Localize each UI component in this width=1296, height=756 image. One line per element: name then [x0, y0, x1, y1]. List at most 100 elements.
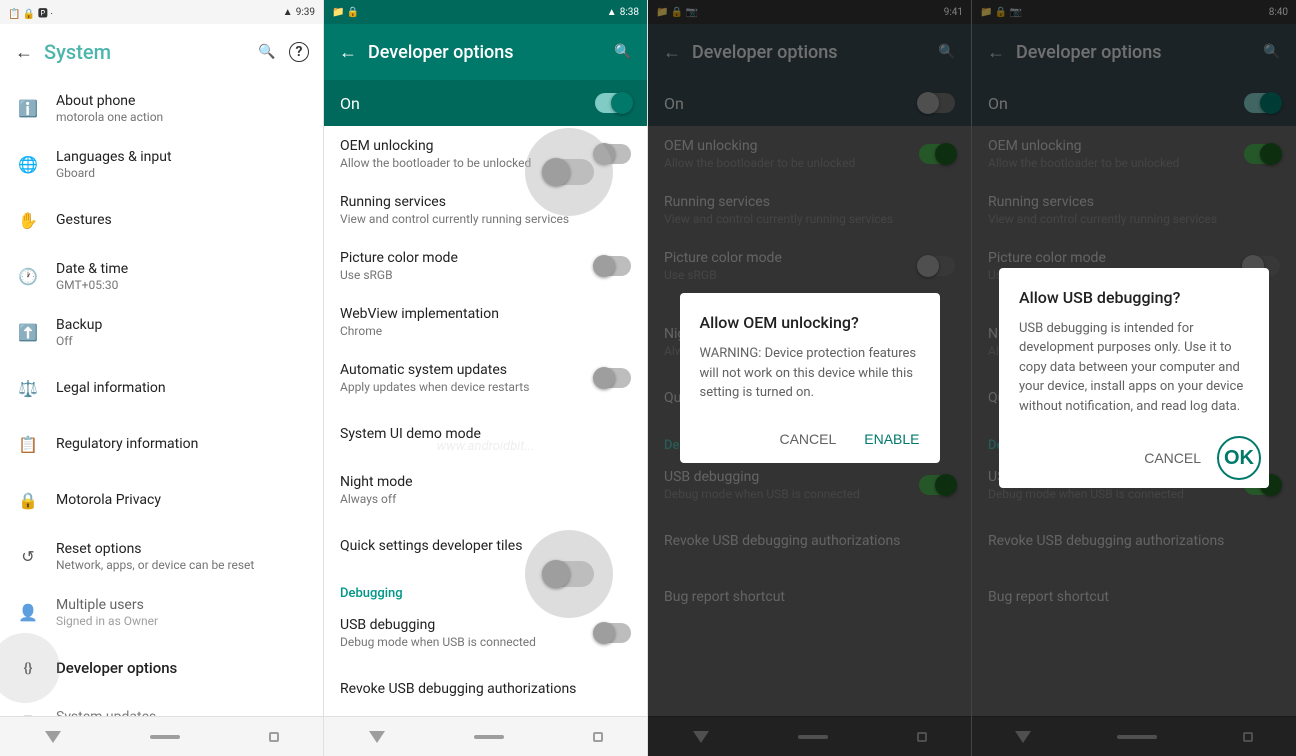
usb-toggle-big-thumb: [542, 560, 570, 588]
oem-toggle-big: [544, 159, 594, 185]
picture-toggle-thumb: [593, 255, 615, 277]
webview-text: WebView implementation Chrome: [340, 306, 631, 338]
sidebar-item-legal[interactable]: ⚖️ Legal information: [0, 360, 323, 416]
usb-confirm-button[interactable]: OK: [1217, 436, 1261, 480]
settings-item-usb-debug[interactable]: USB debugging Debug mode when USB is con…: [324, 605, 647, 661]
recent-nav-panel1[interactable]: [269, 732, 279, 742]
usb-debug-toggle[interactable]: [595, 623, 631, 643]
search-button-panel2[interactable]: [611, 40, 635, 64]
users-text: Multiple users Signed in as Owner: [56, 597, 307, 628]
gestures-icon: ✋: [16, 208, 40, 232]
users-icon: 👤: [16, 600, 40, 624]
privacy-text: Motorola Privacy: [56, 492, 307, 508]
developer-text: Developer options: [56, 659, 307, 677]
datetime-text: Date & time GMT+05:30: [56, 261, 307, 292]
oem-dialog-title: Allow OEM unlocking?: [680, 293, 940, 344]
picture-toggle[interactable]: [595, 256, 631, 276]
system-ui-demo-text: System UI demo mode: [340, 426, 631, 442]
privacy-icon: 🔒: [16, 488, 40, 512]
about-phone-sublabel: motorola one action: [56, 110, 307, 124]
sidebar-item-multiple-users[interactable]: 👤 Multiple users Signed in as Owner: [0, 584, 323, 640]
time-panel1: 9:39: [296, 7, 315, 18]
panel-usb-dialog: 📁 🔒 📷 8:40 Developer options On OEM unlo…: [972, 0, 1296, 756]
usb-dialog-overlay: Allow USB debugging? USB debugging is in…: [972, 0, 1296, 756]
status-icons-right-p2: ▲ 8:38: [607, 7, 639, 18]
app-bar-title-panel1: System: [44, 40, 247, 64]
usb-dialog-body: USB debugging is intended for developmen…: [999, 319, 1269, 433]
sidebar-item-motorola-privacy[interactable]: 🔒 Motorola Privacy: [0, 472, 323, 528]
night-mode-text: Night mode Always off: [340, 474, 631, 506]
dev-toggle-thumb-panel2: [611, 92, 633, 114]
datetime-icon: 🕐: [16, 264, 40, 288]
reset-icon: ↺: [16, 544, 40, 568]
legal-text: Legal information: [56, 380, 307, 396]
search-button-panel1[interactable]: [255, 40, 279, 64]
app-bar-title-panel2: Developer options: [368, 42, 603, 63]
back-button-panel1[interactable]: [12, 40, 36, 64]
about-phone-text: About phone motorola one action: [56, 93, 307, 124]
regulatory-text: Regulatory information: [56, 436, 307, 452]
dev-toggle-panel2[interactable]: [595, 93, 631, 113]
usb-dialog-title: Allow USB debugging?: [999, 268, 1269, 319]
system-updates-icon: 📱: [16, 712, 40, 716]
sidebar-item-reset[interactable]: ↺ Reset options Network, apps, or device…: [0, 528, 323, 584]
languages-icon: 🌐: [16, 152, 40, 176]
status-bar-panel2: 📁 🔒 ▲ 8:38: [324, 0, 647, 24]
regulatory-icon: 📋: [16, 432, 40, 456]
usb-circle-indicator: [525, 530, 613, 618]
auto-updates-toggle[interactable]: [595, 368, 631, 388]
sidebar-item-backup[interactable]: ⬆️ Backup Off: [0, 304, 323, 360]
legal-icon: ⚖️: [16, 376, 40, 400]
languages-text: Languages & input Gboard: [56, 149, 307, 180]
time-panel2: 8:38: [620, 7, 639, 18]
notif-icons-p2: 📁 🔒: [332, 7, 359, 18]
dev-on-label-panel2: On: [340, 94, 360, 113]
settings-item-revoke-usb[interactable]: Revoke USB debugging authorizations: [324, 661, 647, 716]
usb-cancel-button[interactable]: Cancel: [1132, 436, 1213, 480]
oem-cancel-button[interactable]: Cancel: [767, 423, 848, 455]
panel-system-settings: 📋 🔒 🅿 · ▲ 9:39 System ℹ️ About phone mot…: [0, 0, 324, 756]
usb-dialog: Allow USB debugging? USB debugging is in…: [999, 268, 1269, 489]
sidebar-item-regulatory[interactable]: 📋 Regulatory information: [0, 416, 323, 472]
sidebar-item-system-updates[interactable]: 📱 System updates Updated to Android 9: [0, 696, 323, 716]
panel-developer-options: 📁 🔒 ▲ 8:38 Developer options On OEM unlo…: [324, 0, 648, 756]
app-bar-panel2: Developer options: [324, 24, 647, 80]
status-icons-left-p2: 📁 🔒: [332, 7, 359, 18]
auto-updates-toggle-thumb: [593, 367, 615, 389]
sidebar-item-date-time[interactable]: 🕐 Date & time GMT+05:30: [0, 248, 323, 304]
dev-on-row-panel2[interactable]: On: [324, 80, 647, 126]
help-button-panel1[interactable]: [287, 40, 311, 64]
sidebar-list: ℹ️ About phone motorola one action 🌐 Lan…: [0, 80, 323, 716]
oem-dialog-actions: Cancel Enable: [680, 419, 940, 463]
panel-oem-dialog: 📁 🔒 📷 9:41 Developer options On OEM unlo…: [648, 0, 972, 756]
revoke-usb-text: Revoke USB debugging authorizations: [340, 681, 631, 697]
settings-item-picture-color[interactable]: Picture color mode Use sRGB: [324, 238, 647, 294]
oem-confirm-button[interactable]: Enable: [852, 423, 931, 455]
recent-nav-panel2[interactable]: [593, 732, 603, 742]
oem-dialog-overlay: Allow OEM unlocking? WARNING: Device pro…: [648, 0, 971, 756]
oem-dialog: Allow OEM unlocking? WARNING: Device pro…: [680, 293, 940, 463]
back-button-panel2[interactable]: [336, 40, 360, 64]
back-nav-panel2[interactable]: [369, 731, 385, 743]
back-nav-panel1[interactable]: [45, 731, 61, 743]
sidebar-item-languages[interactable]: 🌐 Languages & input Gboard: [0, 136, 323, 192]
sidebar-item-gestures[interactable]: ✋ Gestures: [0, 192, 323, 248]
settings-item-system-ui-demo[interactable]: System UI demo mode: [324, 406, 647, 462]
oem-circle-indicator: [525, 128, 613, 216]
home-nav-panel1[interactable]: [150, 735, 180, 739]
sidebar-item-about-phone[interactable]: ℹ️ About phone motorola one action: [0, 80, 323, 136]
settings-item-webview[interactable]: WebView implementation Chrome: [324, 294, 647, 350]
usb-toggle-big: [544, 561, 594, 587]
notification-icons: 📋 🔒 🅿 ·: [8, 5, 53, 20]
system-updates-text: System updates Updated to Android 9: [56, 709, 307, 717]
picture-color-text: Picture color mode Use sRGB: [340, 250, 595, 282]
settings-item-auto-updates[interactable]: Automatic system updates Apply updates w…: [324, 350, 647, 406]
usb-debug-text: USB debugging Debug mode when USB is con…: [340, 617, 595, 649]
status-bar-panel1: 📋 🔒 🅿 · ▲ 9:39: [0, 0, 323, 24]
home-nav-panel2[interactable]: [474, 735, 504, 739]
settings-list-panel2: OEM unlocking Allow the bootloader to be…: [324, 126, 647, 716]
sidebar-item-developer[interactable]: {} Developer options: [0, 640, 323, 696]
oem-dialog-body: WARNING: Device protection features will…: [680, 344, 940, 419]
settings-item-night-mode[interactable]: Night mode Always off: [324, 462, 647, 518]
gestures-text: Gestures: [56, 212, 307, 228]
